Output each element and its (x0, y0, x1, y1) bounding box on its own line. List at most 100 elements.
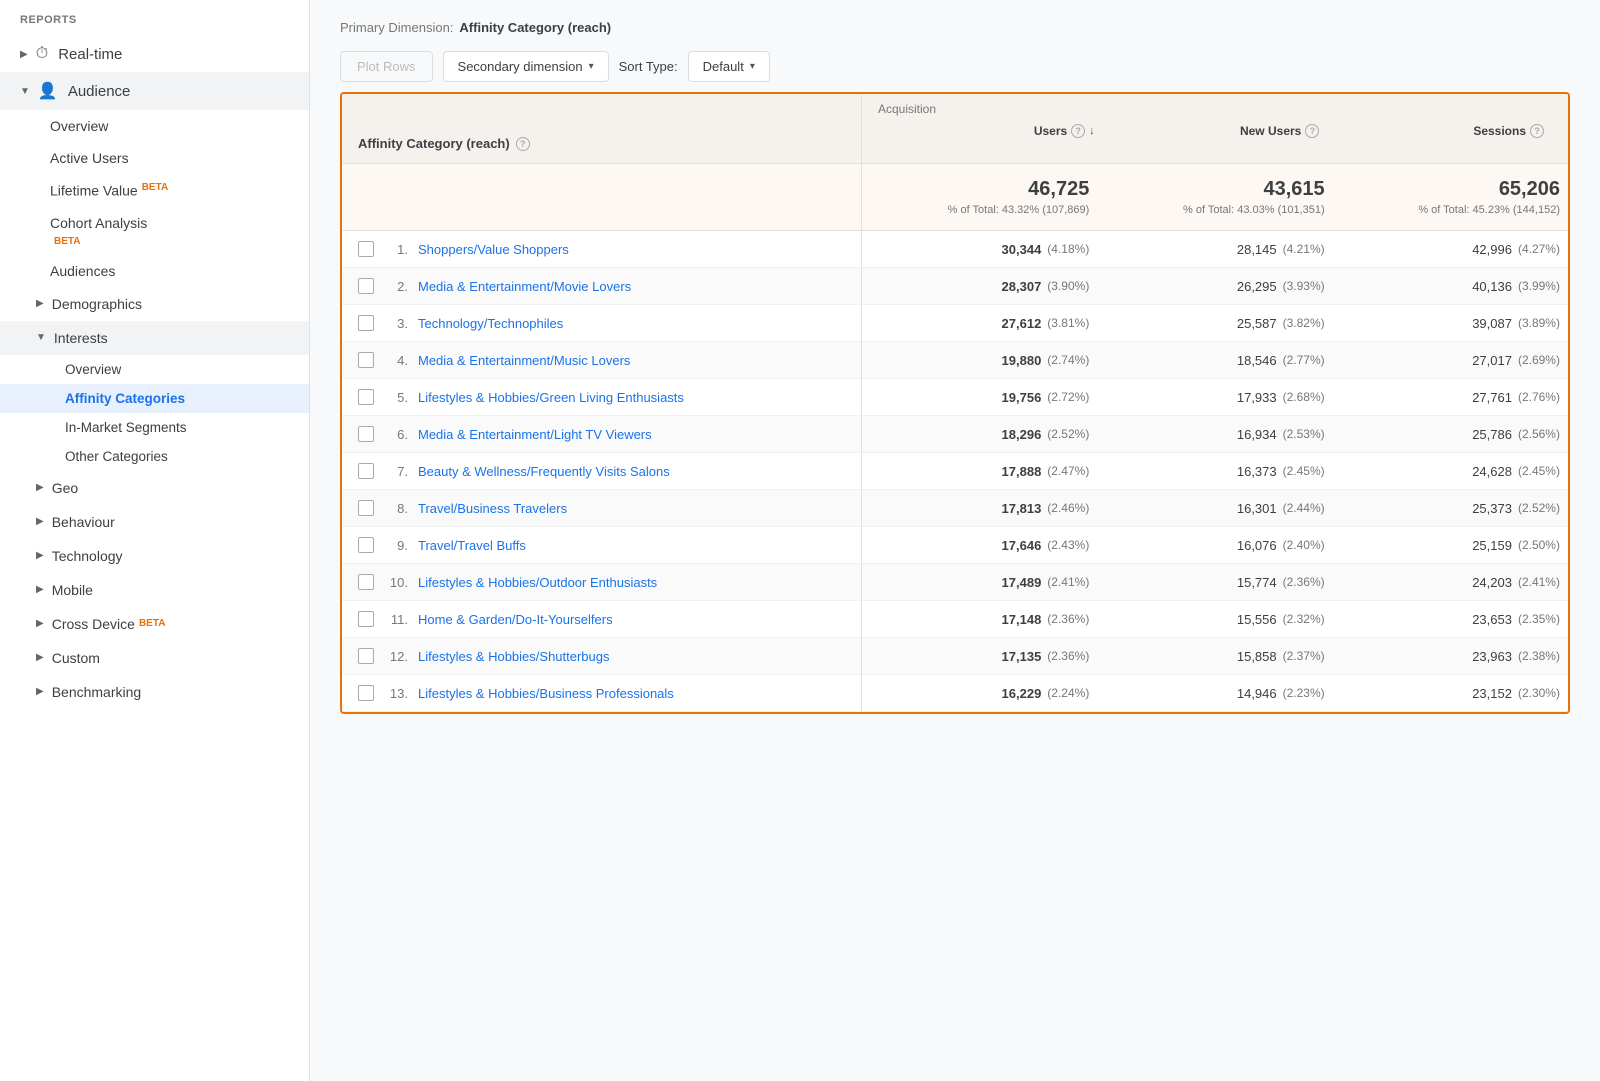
row-dimension-cell: 9. Travel/Travel Buffs (342, 527, 862, 563)
row-dimension-cell: 3. Technology/Technophiles (342, 305, 862, 341)
sidebar-item-demographics[interactable]: ▶ Demographics (0, 287, 309, 321)
custom-arrow: ▶ (36, 652, 44, 663)
row-category-link[interactable]: Lifestyles & Hobbies/Outdoor Enthusiasts (418, 575, 657, 590)
technology-arrow: ▶ (36, 550, 44, 561)
row-sessions-pct: (3.99%) (1518, 279, 1560, 293)
row-values: 30,344 (4.18%) 28,145 (4.21%) 42,996 (4.… (862, 232, 1568, 267)
interests-label: Interests (54, 330, 108, 346)
sidebar-item-behaviour[interactable]: ▶ Behaviour (0, 505, 309, 539)
dimension-help-icon[interactable]: ? (516, 137, 530, 151)
row-values: 16,229 (2.24%) 14,946 (2.23%) 23,152 (2.… (862, 676, 1568, 711)
row-category-link[interactable]: Media & Entertainment/Light TV Viewers (418, 427, 652, 442)
sidebar-item-interests-overview[interactable]: Overview (0, 355, 309, 384)
users-help-icon[interactable]: ? (1071, 124, 1085, 138)
row-checkbox[interactable] (358, 278, 374, 294)
sessions-help-icon[interactable]: ? (1530, 124, 1544, 138)
row-category-link[interactable]: Lifestyles & Hobbies/Green Living Enthus… (418, 390, 684, 405)
sidebar-item-mobile[interactable]: ▶ Mobile (0, 573, 309, 607)
row-users-value: 17,489 (1002, 575, 1042, 590)
sidebar-item-cohort-analysis[interactable]: Cohort AnalysisBETA (0, 207, 309, 255)
row-new-users-value: 26,295 (1237, 279, 1277, 294)
row-category-link[interactable]: Home & Garden/Do-It-Yourselfers (418, 612, 613, 627)
row-category-link[interactable]: Technology/Technophiles (418, 316, 563, 331)
row-new-users: 18,546 (2.77%) (1097, 343, 1332, 378)
cross-device-beta: BETA (139, 618, 165, 629)
row-checkbox[interactable] (358, 648, 374, 664)
sidebar-item-audiences[interactable]: Audiences (0, 255, 309, 287)
row-category-link[interactable]: Travel/Travel Buffs (418, 538, 526, 553)
row-checkbox[interactable] (358, 537, 374, 553)
sidebar-item-overview[interactable]: Overview (0, 110, 309, 142)
row-users-pct: (2.41%) (1047, 575, 1089, 589)
row-checkbox[interactable] (358, 426, 374, 442)
sidebar-item-lifetime-value[interactable]: Lifetime ValueBETA (0, 174, 309, 207)
row-sessions-pct: (2.52%) (1518, 501, 1560, 515)
table-row: 8. Travel/Business Travelers 17,813 (2.4… (342, 490, 1568, 527)
row-category-link[interactable]: Beauty & Wellness/Frequently Visits Salo… (418, 464, 670, 479)
sort-type-dropdown[interactable]: Default ▾ (688, 51, 770, 82)
row-values: 28,307 (3.90%) 26,295 (3.93%) 40,136 (3.… (862, 269, 1568, 304)
row-checkbox[interactable] (358, 500, 374, 516)
sidebar-item-custom[interactable]: ▶ Custom (0, 641, 309, 675)
demographics-label: Demographics (52, 296, 142, 312)
row-values: 17,888 (2.47%) 16,373 (2.45%) 24,628 (2.… (862, 454, 1568, 489)
row-users: 28,307 (3.90%) (862, 269, 1097, 304)
users-sort-icon[interactable]: ↓ (1089, 125, 1095, 137)
sidebar-item-benchmarking[interactable]: ▶ Benchmarking (0, 675, 309, 709)
sidebar-item-active-users[interactable]: Active Users (0, 142, 309, 174)
row-checkbox[interactable] (358, 352, 374, 368)
row-new-users: 16,076 (2.40%) (1097, 528, 1332, 563)
row-category-link[interactable]: Lifestyles & Hobbies/Shutterbugs (418, 649, 610, 664)
sidebar-item-geo[interactable]: ▶ Geo (0, 471, 309, 505)
sidebar-item-audience[interactable]: ▼ 👤 Audience (0, 72, 309, 110)
sidebar-item-cross-device[interactable]: ▶ Cross Device BETA (0, 607, 309, 641)
plot-rows-button[interactable]: Plot Rows (340, 51, 433, 82)
row-new-users-value: 17,933 (1237, 390, 1277, 405)
row-sessions-pct: (2.41%) (1518, 575, 1560, 589)
sidebar-header: REPORTS (0, 0, 309, 36)
row-category-link[interactable]: Media & Entertainment/Movie Lovers (418, 279, 631, 294)
new-users-help-icon[interactable]: ? (1305, 124, 1319, 138)
row-sessions-pct: (2.38%) (1518, 649, 1560, 663)
behaviour-label: Behaviour (52, 514, 115, 530)
row-number: 10. (384, 575, 408, 590)
row-checkbox[interactable] (358, 389, 374, 405)
row-category-link[interactable]: Shoppers/Value Shoppers (418, 242, 569, 257)
row-values: 19,880 (2.74%) 18,546 (2.77%) 27,017 (2.… (862, 343, 1568, 378)
table-row: 12. Lifestyles & Hobbies/Shutterbugs 17,… (342, 638, 1568, 675)
row-checkbox[interactable] (358, 315, 374, 331)
row-values: 17,148 (2.36%) 15,556 (2.32%) 23,653 (2.… (862, 602, 1568, 637)
sidebar-item-affinity-categories[interactable]: Affinity Categories (0, 384, 309, 413)
row-users-value: 17,148 (1002, 612, 1042, 627)
sidebar-item-in-market-segments[interactable]: In-Market Segments (0, 413, 309, 442)
summary-sessions-sub: % of Total: 45.23% (144,152) (1341, 204, 1560, 216)
row-checkbox[interactable] (358, 241, 374, 257)
row-sessions-value: 24,628 (1472, 464, 1512, 479)
sidebar-item-realtime[interactable]: ▶ ⏱ Real-time (0, 36, 309, 72)
secondary-dimension-dropdown[interactable]: Secondary dimension ▾ (443, 51, 609, 82)
sidebar-item-technology[interactable]: ▶ Technology (0, 539, 309, 573)
cohort-beta: BETA (54, 236, 80, 247)
row-users: 19,880 (2.74%) (862, 343, 1097, 378)
row-checkbox[interactable] (358, 574, 374, 590)
row-category-link[interactable]: Lifestyles & Hobbies/Business Profession… (418, 686, 674, 701)
row-category-link[interactable]: Media & Entertainment/Music Lovers (418, 353, 630, 368)
row-category-link[interactable]: Travel/Business Travelers (418, 501, 567, 516)
row-users-pct: (4.18%) (1047, 242, 1089, 256)
row-new-users: 28,145 (4.21%) (1097, 232, 1332, 267)
sidebar-item-other-categories[interactable]: Other Categories (0, 442, 309, 471)
sidebar-item-interests[interactable]: ▼ Interests (0, 321, 309, 355)
users-label: Users (1034, 124, 1067, 138)
row-checkbox[interactable] (358, 611, 374, 627)
row-sessions-value: 23,653 (1472, 612, 1512, 627)
row-values: 19,756 (2.72%) 17,933 (2.68%) 27,761 (2.… (862, 380, 1568, 415)
primary-dimension-value: Affinity Category (reach) (459, 20, 611, 35)
row-new-users-value: 25,587 (1237, 316, 1277, 331)
row-checkbox[interactable] (358, 463, 374, 479)
row-checkbox[interactable] (358, 685, 374, 701)
row-number: 11. (384, 612, 408, 627)
row-users-pct: (2.46%) (1047, 501, 1089, 515)
row-new-users-pct: (2.68%) (1283, 390, 1325, 404)
technology-label: Technology (52, 548, 123, 564)
row-sessions-value: 25,159 (1472, 538, 1512, 553)
